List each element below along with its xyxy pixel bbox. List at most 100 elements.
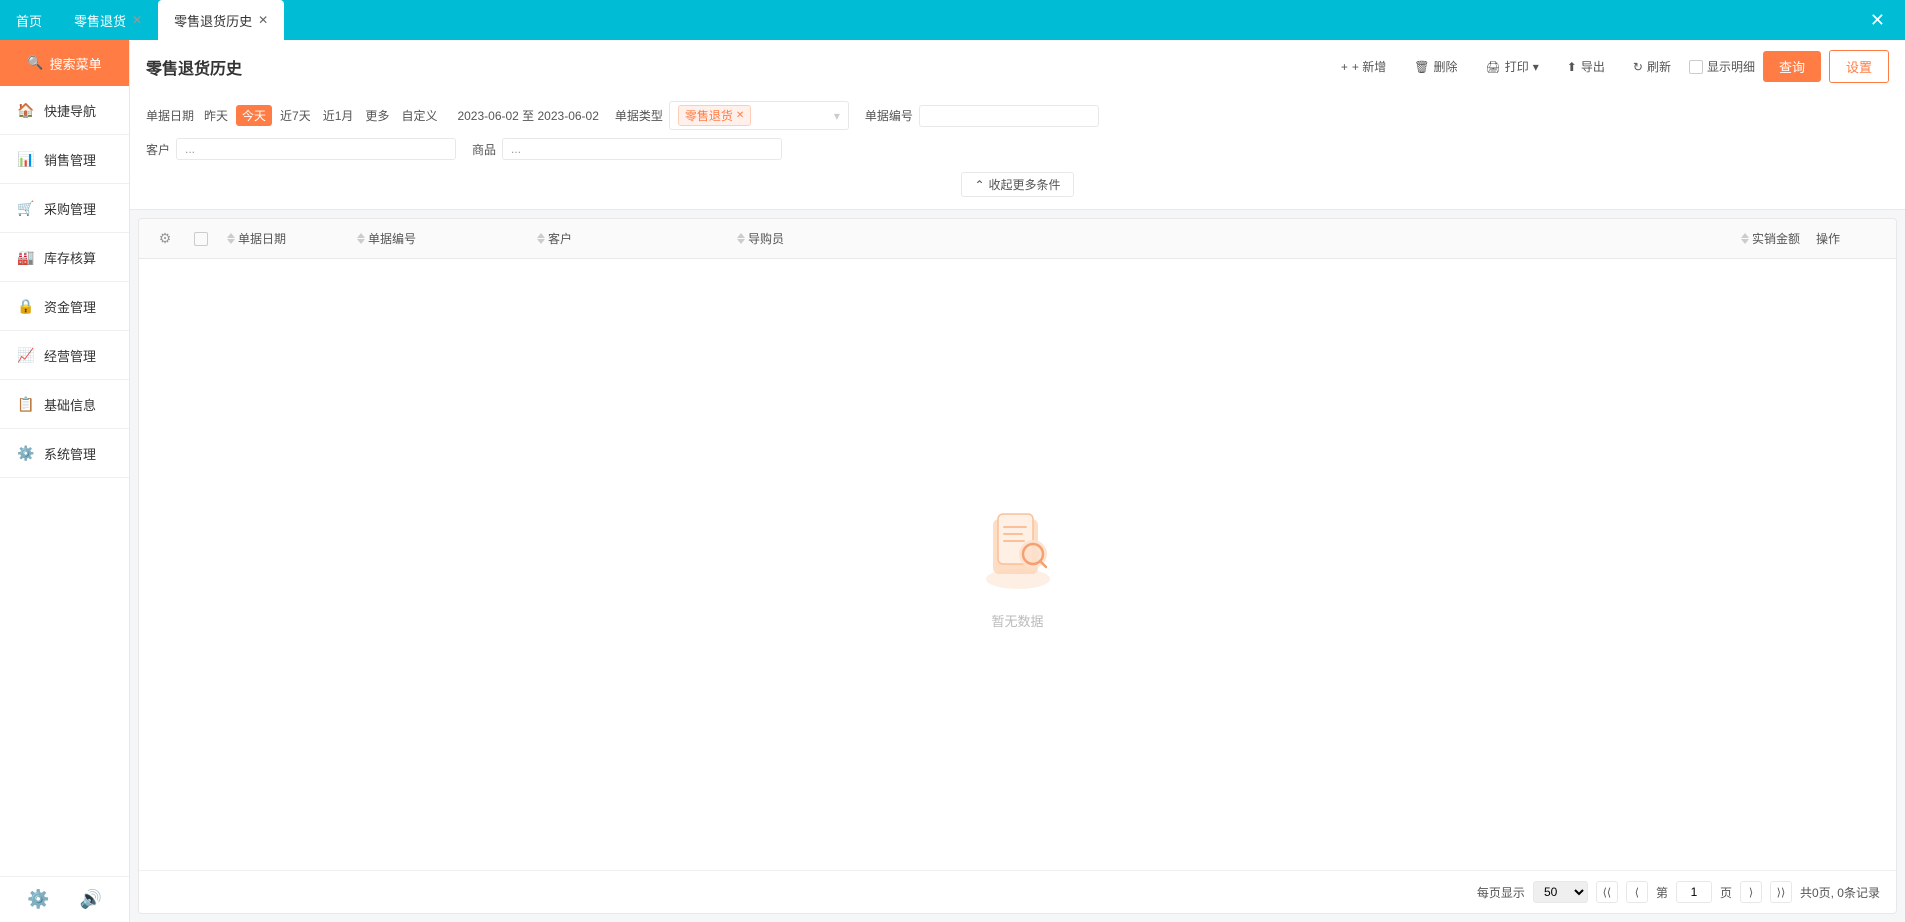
empty-text: 暂无数据 (991, 611, 1043, 630)
collapse-row: ⌃ 收起更多条件 (146, 168, 1889, 201)
tab-retail-return-close[interactable]: ✕ (132, 13, 142, 27)
date-filter: 单据日期 昨天 今天 近7天 近1月 更多 自定义 (146, 105, 441, 126)
tab-retail-return-label: 零售退货 (74, 11, 126, 30)
empty-state-icon (968, 499, 1068, 599)
finance-icon: 🔒 (16, 296, 36, 316)
add-label: + 新增 (1352, 58, 1386, 75)
th-guide-label: 导购员 (748, 230, 784, 247)
tab-retail-return[interactable]: 零售退货 ✕ (58, 0, 158, 40)
sidebar-item-purchase-mgmt[interactable]: 🛒 采购管理 (0, 184, 129, 233)
sidebar-item-inventory-label: 库存核算 (44, 248, 96, 267)
sidebar-item-operations[interactable]: 📈 经营管理 (0, 331, 129, 380)
number-filter-label: 单据编号 (865, 107, 913, 124)
customer-filter-label: 客户 (146, 141, 170, 158)
query-button[interactable]: 查询 (1763, 51, 1821, 82)
sidebar-item-finance[interactable]: 🔒 资金管理 (0, 282, 129, 331)
sidebar-item-basic-info[interactable]: 📋 基础信息 (0, 380, 129, 429)
system-mgmt-icon: ⚙️ (16, 443, 36, 463)
sidebar-item-sales-mgmt-label: 销售管理 (44, 150, 96, 169)
page-unit: 页 (1720, 884, 1732, 901)
tab-home[interactable]: 首页 (0, 0, 58, 40)
page-last-button[interactable]: ⟩⟩ (1770, 881, 1792, 903)
page-label: 第 (1656, 884, 1668, 901)
delete-icon: 🗑 (1414, 60, 1429, 74)
guide-sort-icon[interactable] (737, 233, 745, 244)
sidebar-item-sales-mgmt[interactable]: 📊 销售管理 (0, 135, 129, 184)
window-close-button[interactable]: ✕ (1862, 10, 1893, 31)
date-opt-7days[interactable]: 近7天 (276, 105, 315, 126)
th-customer: 客户 (529, 230, 729, 247)
date-range-item: 2023-06-02 至 2023-06-02 (457, 107, 598, 124)
page-first-button[interactable]: ⟨⟨ (1596, 881, 1618, 903)
sidebar-search[interactable]: 🔍 搜索菜单 (0, 40, 129, 86)
type-tag-label: 零售退货 (685, 107, 733, 124)
customer-ellipsis: ... (185, 142, 195, 156)
sidebar-bottom: ⚙️ 🔊 (0, 876, 129, 922)
tab-retail-return-history-label: 零售退货历史 (174, 11, 252, 30)
goods-select[interactable]: ... (502, 138, 782, 160)
th-amount: 实销金额 (1688, 230, 1808, 247)
tab-retail-return-history[interactable]: 零售退货历史 ✕ (158, 0, 284, 40)
collapse-button[interactable]: ⌃ 收起更多条件 (961, 172, 1073, 197)
page-next-button[interactable]: ⟩ (1740, 881, 1762, 903)
display-switch-checkbox[interactable] (1689, 60, 1703, 74)
table-header: ⚙ 单据日期 单据编号 (139, 219, 1896, 259)
date-opt-1month[interactable]: 近1月 (319, 105, 358, 126)
date-range-text: 2023-06-02 至 2023-06-02 (457, 107, 598, 124)
delete-button[interactable]: 🗑 删除 (1404, 53, 1467, 80)
date-opt-yesterday[interactable]: 昨天 (200, 105, 232, 126)
export-button[interactable]: ⬆ 导出 (1557, 53, 1615, 80)
type-select-arrow: ▾ (834, 109, 840, 123)
page-input[interactable] (1676, 881, 1712, 903)
basic-info-icon: 📋 (16, 394, 36, 414)
refresh-icon: ↻ (1633, 60, 1643, 74)
tab-retail-return-history-close[interactable]: ✕ (258, 13, 268, 27)
pagination: 每页显示 50 10 20 100 ⟨⟨ ⟨ 第 页 ⟩ ⟩⟩ 共0页, 0条记… (139, 870, 1896, 913)
number-sort-icon[interactable] (357, 233, 365, 244)
total-info: 共0页, 0条记录 (1800, 884, 1880, 901)
date-filter-label: 单据日期 (146, 107, 194, 124)
type-select[interactable]: 零售退货 ✕ ▾ (669, 101, 849, 130)
customer-sort-icon[interactable] (537, 233, 545, 244)
export-icon: ⬆ (1567, 60, 1577, 74)
refresh-button[interactable]: ↻ 刷新 (1623, 53, 1681, 80)
number-filter: 单据编号 (865, 105, 1099, 127)
inventory-icon: 🏭 (16, 247, 36, 267)
filter-area: 单据日期 昨天 今天 近7天 近1月 更多 自定义 2023-06-02 至 2… (146, 93, 1889, 209)
amount-sort-icon[interactable] (1741, 233, 1749, 244)
sidebar-settings-icon[interactable]: ⚙️ (27, 889, 49, 910)
type-filter-label: 单据类型 (615, 107, 663, 124)
toolbar: + + 新增 🗑 删除 🖨 打印 ▾ ⬆ 导出 (1331, 50, 1889, 83)
display-switch[interactable]: 显示明细 (1689, 58, 1755, 75)
sidebar-item-quick-nav[interactable]: 🏠 快捷导航 (0, 86, 129, 135)
type-filter: 单据类型 零售退货 ✕ ▾ (615, 101, 849, 130)
sidebar-audio-icon[interactable]: 🔊 (80, 889, 102, 910)
add-button[interactable]: + + 新增 (1331, 53, 1396, 80)
table-area: ⚙ 单据日期 单据编号 (138, 218, 1897, 914)
sidebar-item-system-mgmt[interactable]: ⚙️ 系统管理 (0, 429, 129, 478)
th-action-label: 操作 (1816, 230, 1840, 247)
table-settings-icon[interactable]: ⚙ (147, 230, 183, 247)
date-opt-today[interactable]: 今天 (236, 105, 272, 126)
customer-select[interactable]: ... (176, 138, 456, 160)
table-select-all-checkbox[interactable] (183, 232, 219, 246)
type-tag-close[interactable]: ✕ (736, 110, 744, 121)
date-opt-custom[interactable]: 自定义 (397, 105, 441, 126)
per-page-select[interactable]: 50 10 20 100 (1533, 881, 1588, 903)
print-label: 打印 (1505, 58, 1529, 75)
print-button[interactable]: 🖨 打印 ▾ (1476, 53, 1549, 80)
date-opt-more[interactable]: 更多 (361, 105, 393, 126)
sidebar-item-inventory[interactable]: 🏭 库存核算 (0, 233, 129, 282)
date-sort-icon[interactable] (227, 233, 235, 244)
collapse-label: 收起更多条件 (989, 176, 1061, 193)
page-prev-button[interactable]: ⟨ (1626, 881, 1648, 903)
sidebar-item-system-mgmt-label: 系统管理 (44, 444, 96, 463)
filter-row-1: 单据日期 昨天 今天 近7天 近1月 更多 自定义 2023-06-02 至 2… (146, 101, 1889, 130)
quick-nav-icon: 🏠 (16, 100, 36, 120)
th-customer-label: 客户 (548, 230, 572, 247)
settings-button[interactable]: 设置 (1829, 50, 1889, 83)
th-date: 单据日期 (219, 230, 349, 247)
number-input[interactable] (919, 105, 1099, 127)
delete-label: 删除 (1434, 58, 1458, 75)
type-tag: 零售退货 ✕ (678, 105, 751, 126)
